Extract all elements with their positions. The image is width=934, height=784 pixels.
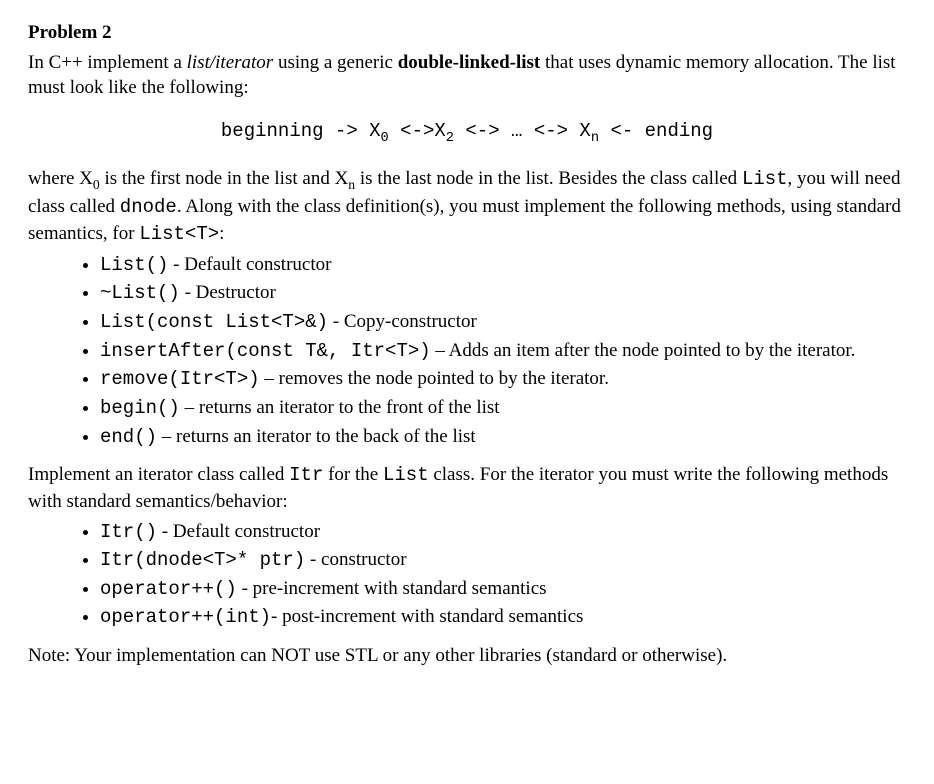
method-desc: - post-increment with standard semantics bbox=[271, 606, 583, 627]
method-code: remove(Itr<T>) bbox=[100, 368, 260, 390]
diagram-subn: n bbox=[591, 131, 599, 146]
problem-title: Problem 2 bbox=[28, 22, 112, 43]
method-desc: - Default constructor bbox=[168, 254, 331, 275]
method-desc: - constructor bbox=[305, 549, 406, 570]
method-code: Itr() bbox=[100, 521, 157, 543]
p3-b: for the bbox=[323, 464, 383, 485]
method-desc: - pre-increment with standard semantics bbox=[237, 578, 547, 599]
method-desc: – removes the node pointed to by the ite… bbox=[260, 368, 609, 389]
intro-text-italic: list/iterator bbox=[187, 52, 274, 73]
method-code: end() bbox=[100, 426, 157, 448]
diagram-mid1: <->X bbox=[389, 120, 446, 142]
diagram-sub2: 2 bbox=[446, 131, 454, 146]
p2-b: is the first node in the list and X bbox=[100, 168, 349, 189]
method-desc: – returns an iterator to the front of th… bbox=[180, 397, 500, 418]
second-paragraph: where X0 is the first node in the list a… bbox=[28, 166, 906, 248]
list-item: Itr() - Default constructor bbox=[100, 519, 906, 546]
diagram-begin: beginning -> X bbox=[221, 120, 381, 142]
p2-dnode-code: dnode bbox=[120, 196, 177, 218]
p2-a: where X bbox=[28, 168, 93, 189]
method-desc: – Adds an item after the node pointed to… bbox=[431, 340, 856, 361]
diagram-sub0: 0 bbox=[381, 131, 389, 146]
method-code: ~List() bbox=[100, 282, 180, 304]
intro-text-c: using a generic bbox=[273, 52, 398, 73]
method-code: operator++(int) bbox=[100, 606, 271, 628]
list-item: ~List() - Destructor bbox=[100, 280, 906, 307]
method-desc: - Default constructor bbox=[157, 521, 320, 542]
method-code: begin() bbox=[100, 397, 180, 419]
method-code: List(const List<T>&) bbox=[100, 311, 328, 333]
diagram-end: <- ending bbox=[599, 120, 713, 142]
intro-text-bold: double-linked-list bbox=[398, 52, 541, 73]
list-item: List() - Default constructor bbox=[100, 252, 906, 279]
method-code: List() bbox=[100, 254, 168, 276]
intro-paragraph: In C++ implement a list/iterator using a… bbox=[28, 50, 906, 101]
intro-text-a: In C++ implement a bbox=[28, 52, 187, 73]
p3-list: List bbox=[383, 464, 429, 486]
method-desc: – returns an iterator to the back of the… bbox=[157, 426, 476, 447]
list-item: List(const List<T>&) - Copy-constructor bbox=[100, 309, 906, 336]
method-code: insertAfter(const T&, Itr<T>) bbox=[100, 340, 431, 362]
p3-a: Implement an iterator class called bbox=[28, 464, 289, 485]
list-item: operator++() - pre-increment with standa… bbox=[100, 576, 906, 603]
p2-listT: List<T> bbox=[139, 223, 219, 245]
list-item: operator++(int)- post-increment with sta… bbox=[100, 604, 906, 631]
p2-sub0: 0 bbox=[93, 177, 100, 192]
method-code: operator++() bbox=[100, 578, 237, 600]
p2-c: is the last node in the list. Besides th… bbox=[355, 168, 742, 189]
list-item: remove(Itr<T>) – removes the node pointe… bbox=[100, 366, 906, 393]
p3-itr: Itr bbox=[289, 464, 323, 486]
third-paragraph: Implement an iterator class called Itr f… bbox=[28, 462, 906, 514]
diagram-mid2: <-> … <-> X bbox=[454, 120, 591, 142]
list-methods: List() - Default constructor ~List() - D… bbox=[28, 252, 906, 450]
linked-list-diagram: beginning -> X0 <->X2 <-> … <-> Xn <- en… bbox=[28, 119, 906, 148]
method-desc: - Destructor bbox=[180, 282, 276, 303]
method-code: Itr(dnode<T>* ptr) bbox=[100, 549, 305, 571]
list-item: insertAfter(const T&, Itr<T>) – Adds an … bbox=[100, 338, 906, 365]
itr-methods: Itr() - Default constructor Itr(dnode<T>… bbox=[28, 519, 906, 632]
p2-f: : bbox=[219, 223, 224, 244]
method-desc: - Copy-constructor bbox=[328, 311, 477, 332]
list-item: end() – returns an iterator to the back … bbox=[100, 424, 906, 451]
p2-list-code: List bbox=[742, 168, 788, 190]
list-item: Itr(dnode<T>* ptr) - constructor bbox=[100, 547, 906, 574]
note-paragraph: Note: Your implementation can NOT use ST… bbox=[28, 643, 906, 669]
list-item: begin() – returns an iterator to the fro… bbox=[100, 395, 906, 422]
